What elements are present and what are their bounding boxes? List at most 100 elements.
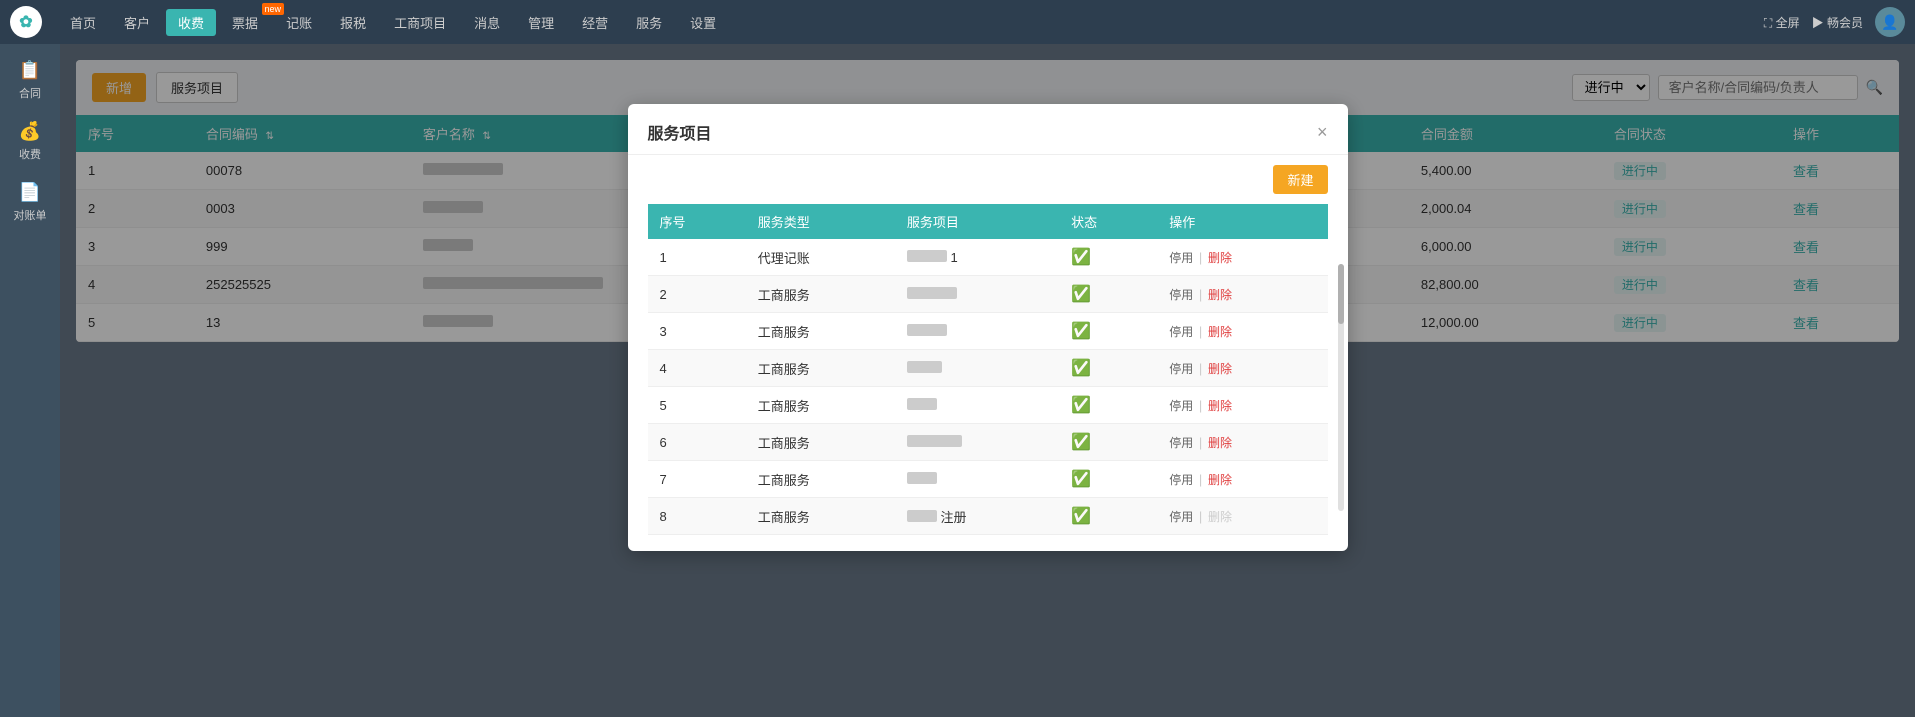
- modal-cell-action: 停用 | 删除: [1157, 387, 1327, 424]
- nav-message[interactable]: 消息: [462, 9, 512, 36]
- sidebar-item-fee[interactable]: 💰 收费: [3, 113, 57, 170]
- sidebar-item-contract[interactable]: 📋 合同: [3, 52, 57, 109]
- modal-cell-action: 停用 | 删除: [1157, 498, 1327, 535]
- modal-cell-action: 停用 | 删除: [1157, 239, 1327, 276]
- modal-cell-no: 5: [648, 387, 746, 424]
- modal-cell-item: [895, 313, 1059, 350]
- modal-cell-type: 工商服务: [746, 387, 895, 424]
- modal-cell-item: 1: [895, 239, 1059, 276]
- nav-commerce[interactable]: 工商项目: [382, 9, 458, 36]
- delete-button[interactable]: 删除: [1208, 362, 1232, 376]
- delete-button[interactable]: 删除: [1208, 251, 1232, 265]
- nav-customer[interactable]: 客户: [112, 9, 162, 36]
- modal-table-row: 8 工商服务 注册 ✅ 停用 | 删除: [648, 498, 1328, 535]
- sidebar-label-contract: 合同: [19, 85, 41, 101]
- stop-button[interactable]: 停用: [1169, 325, 1193, 339]
- modal-col-type: 服务类型: [746, 204, 895, 239]
- stop-button[interactable]: 停用: [1169, 362, 1193, 376]
- modal-cell-no: 7: [648, 461, 746, 498]
- modal-toolbar: 新建: [628, 155, 1348, 204]
- stop-button[interactable]: 停用: [1169, 399, 1193, 413]
- modal-cell-item: [895, 387, 1059, 424]
- modal-cell-action: 停用 | 删除: [1157, 350, 1327, 387]
- modal-cell-item: [895, 424, 1059, 461]
- service-modal: 服务项目 × 新建 序号 服务类型 服务项目 状态 操作: [628, 104, 1348, 551]
- stop-button[interactable]: 停用: [1169, 251, 1193, 265]
- nav-invoice[interactable]: 票据 new: [220, 9, 270, 36]
- modal-title: 服务项目: [648, 120, 712, 144]
- modal-cell-type: 工商服务: [746, 350, 895, 387]
- modal-cell-no: 1: [648, 239, 746, 276]
- sidebar-label-fee: 收费: [19, 146, 41, 162]
- top-nav: ✿ 首页 客户 收费 票据 new 记账 报税 工商项目 消息 管理 经营 服务…: [0, 0, 1915, 44]
- stop-button[interactable]: 停用: [1169, 473, 1193, 487]
- modal-col-action: 操作: [1157, 204, 1327, 239]
- modal-header: 服务项目 ×: [628, 104, 1348, 155]
- modal-table-row: 5 工商服务 ✅ 停用 | 删除: [648, 387, 1328, 424]
- modal-cell-item: [895, 461, 1059, 498]
- modal-col-item: 服务项目: [895, 204, 1059, 239]
- delete-button[interactable]: 删除: [1208, 473, 1232, 487]
- delete-button[interactable]: 删除: [1208, 510, 1232, 524]
- modal-cell-no: 6: [648, 424, 746, 461]
- modal-table-header: 序号 服务类型 服务项目 状态 操作: [648, 204, 1328, 239]
- modal-new-button[interactable]: 新建: [1273, 165, 1327, 194]
- modal-cell-item: [895, 276, 1059, 313]
- stop-button[interactable]: 停用: [1169, 288, 1193, 302]
- modal-cell-no: 2: [648, 276, 746, 313]
- nav-home[interactable]: 首页: [58, 9, 108, 36]
- fee-icon: 💰: [19, 121, 41, 142]
- nav-items: 首页 客户 收费 票据 new 记账 报税 工商项目 消息 管理 经营 服务 设…: [58, 9, 1764, 36]
- nav-manage[interactable]: 管理: [516, 9, 566, 36]
- modal-cell-action: 停用 | 删除: [1157, 313, 1327, 350]
- delete-button[interactable]: 删除: [1208, 436, 1232, 450]
- modal-table-row: 4 工商服务 ✅ 停用 | 删除: [648, 350, 1328, 387]
- modal-col-status: 状态: [1059, 204, 1157, 239]
- sidebar: 📋 合同 💰 收费 📄 对账单: [0, 44, 60, 717]
- modal-cell-status: ✅: [1059, 350, 1157, 387]
- service-table: 序号 服务类型 服务项目 状态 操作 1 代理记账 1 ✅ 停用: [648, 204, 1328, 535]
- scrollbar-track[interactable]: [1338, 264, 1344, 511]
- statement-icon: 📄: [19, 182, 41, 203]
- modal-overlay: 服务项目 × 新建 序号 服务类型 服务项目 状态 操作: [60, 44, 1915, 717]
- nav-operation[interactable]: 经营: [570, 9, 620, 36]
- fullscreen-btn[interactable]: ⛶ 全屏: [1764, 14, 1800, 31]
- modal-cell-status: ✅: [1059, 276, 1157, 313]
- delete-button[interactable]: 删除: [1208, 399, 1232, 413]
- logo: ✿: [10, 6, 42, 38]
- modal-cell-status: ✅: [1059, 387, 1157, 424]
- modal-cell-no: 3: [648, 313, 746, 350]
- avatar[interactable]: 👤: [1875, 7, 1905, 37]
- modal-cell-action: 停用 | 删除: [1157, 461, 1327, 498]
- modal-table-row: 1 代理记账 1 ✅ 停用 | 删除: [648, 239, 1328, 276]
- modal-cell-type: 工商服务: [746, 313, 895, 350]
- nav-service[interactable]: 服务: [624, 9, 674, 36]
- modal-table-row: 7 工商服务 ✅ 停用 | 删除: [648, 461, 1328, 498]
- nav-tax[interactable]: 报税: [328, 9, 378, 36]
- modal-cell-type: 工商服务: [746, 498, 895, 535]
- modal-cell-type: 工商服务: [746, 424, 895, 461]
- modal-body: 序号 服务类型 服务项目 状态 操作 1 代理记账 1 ✅ 停用: [628, 204, 1348, 551]
- sidebar-item-statement[interactable]: 📄 对账单: [3, 174, 57, 231]
- modal-cell-type: 工商服务: [746, 276, 895, 313]
- delete-button[interactable]: 删除: [1208, 288, 1232, 302]
- contract-icon: 📋: [19, 60, 41, 81]
- scrollbar-thumb[interactable]: [1338, 264, 1344, 324]
- modal-cell-action: 停用 | 删除: [1157, 276, 1327, 313]
- modal-close-button[interactable]: ×: [1317, 122, 1328, 143]
- modal-cell-no: 4: [648, 350, 746, 387]
- modal-cell-no: 8: [648, 498, 746, 535]
- modal-cell-type: 工商服务: [746, 461, 895, 498]
- modal-cell-status: ✅: [1059, 461, 1157, 498]
- delete-button[interactable]: 删除: [1208, 325, 1232, 339]
- modal-cell-status: ✅: [1059, 313, 1157, 350]
- modal-cell-item: 注册: [895, 498, 1059, 535]
- member-btn[interactable]: ▶ 畅会员: [1812, 14, 1863, 31]
- top-nav-right: ⛶ 全屏 ▶ 畅会员 👤: [1764, 7, 1905, 37]
- nav-settings[interactable]: 设置: [678, 9, 728, 36]
- nav-fee[interactable]: 收费: [166, 9, 216, 36]
- sidebar-label-statement: 对账单: [14, 207, 47, 223]
- stop-button[interactable]: 停用: [1169, 436, 1193, 450]
- logo-icon: ✿: [19, 12, 32, 32]
- stop-button[interactable]: 停用: [1169, 510, 1193, 524]
